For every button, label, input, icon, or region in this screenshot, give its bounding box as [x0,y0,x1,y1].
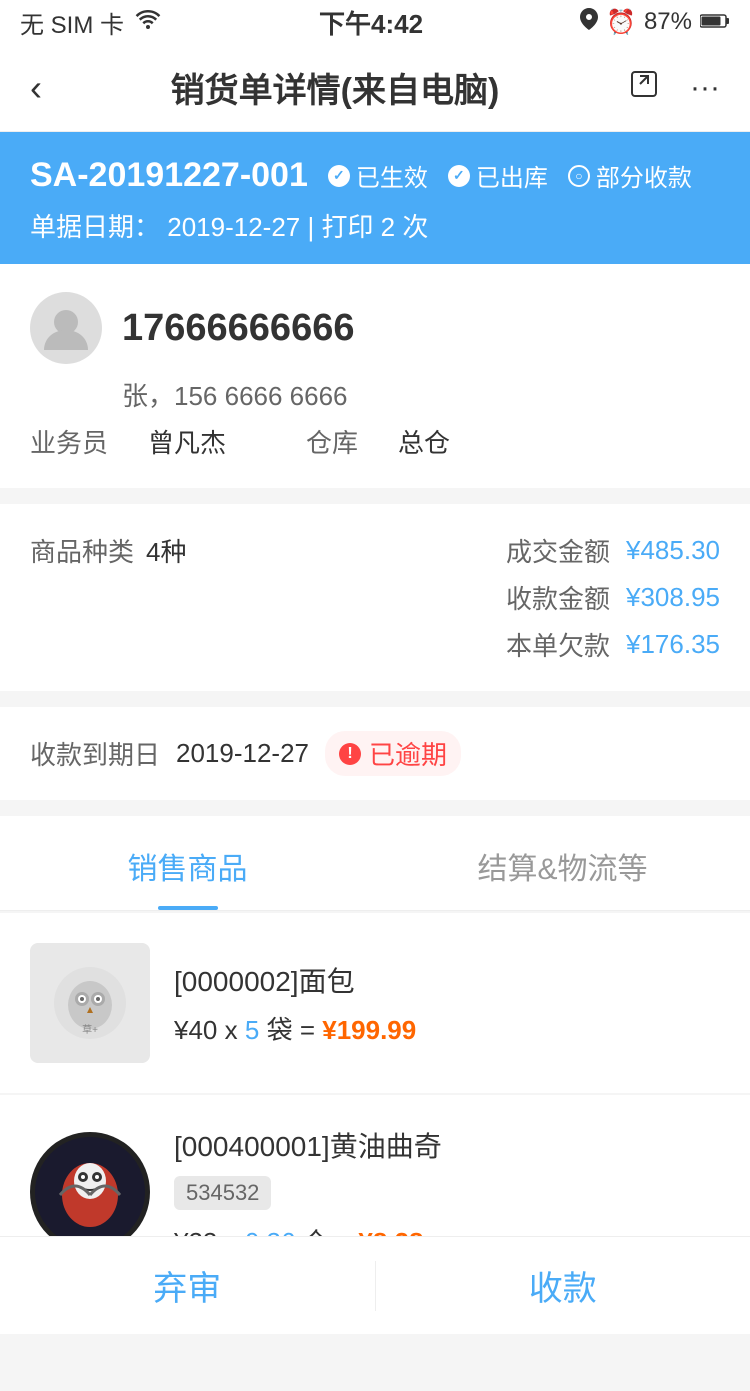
product-thumb-2 [30,1132,150,1252]
product-name-2: [000400001]黄油曲奇 [174,1125,720,1165]
product-type-label: 商品种类 [30,532,134,569]
bottom-bar: 弃审 收款 [0,1236,750,1334]
trade-amount-value: ¥485.30 [626,535,720,566]
status-partial-payment: ○ 部分收款 [568,158,692,193]
order-header-banner: SA-20191227-001 ✓ 已生效 ✓ 已出库 ○ 部分收款 单据日期：… [0,132,750,264]
more-button[interactable]: ··· [690,71,720,105]
warehouse-name: 总仓 [398,423,450,460]
staff-warehouse-row: 业务员 曾凡杰 仓库 总仓 [30,423,720,460]
svg-text:草+: 草+ [82,1024,98,1036]
battery-icon [700,8,730,36]
product-type-value: 4种 [146,532,186,569]
summary-section: 商品种类 4种 成交金额 ¥485.30 收款金额 ¥308.95 本单欠款 ¥… [0,504,750,691]
staff-name: 曾凡杰 [148,423,226,460]
wifi-icon [134,8,162,36]
cancel-audit-button[interactable]: 弃审 [0,1261,375,1310]
alarm-icon: ⏰ [606,8,636,37]
staff-label: 业务员 [30,423,108,460]
customer-avatar [30,292,102,364]
check-icon-1: ✓ [328,165,350,187]
battery-text: 87% [644,8,692,36]
status-effected: ✓ 已生效 [328,158,428,193]
product-type-item: 商品种类 4种 [30,532,186,569]
received-amount-label: 收款金额 [506,579,610,616]
due-amount-label: 本单欠款 [506,626,610,663]
location-icon [580,8,598,37]
banner-date-row: 单据日期： 2019-12-27 | 打印 2 次 [30,207,720,244]
received-amount-value: ¥308.95 [626,582,720,613]
customer-phone: 17666666666 [122,307,354,350]
share-button[interactable] [628,68,660,107]
customer-contact: 张，156 6666 6666 [122,376,720,413]
product-info-1: [0000002]面包 ¥40 x 5 袋 = ¥199.99 [174,960,720,1047]
customer-section: 17666666666 张，156 6666 6666 业务员 曾凡杰 仓库 总… [0,264,750,488]
product-price-1: ¥40 x 5 袋 = ¥199.99 [174,1010,720,1047]
product-thumb-1: 草+ [30,943,150,1063]
warehouse-label: 仓库 [306,423,358,460]
status-right: ⏰ 87% [580,8,730,37]
nav-bar: ‹ 销货单详情(来自电脑) ··· [0,44,750,132]
summary-grid: 商品种类 4种 成交金额 ¥485.30 收款金额 ¥308.95 本单欠款 ¥… [30,532,720,663]
sim-text: 无 SIM 卡 [20,5,124,40]
tab-settlement[interactable]: 结算&物流等 [375,816,750,910]
overdue-text: 已逾期 [369,735,447,772]
page-title: 销货单详情(来自电脑) [171,63,500,112]
nav-actions: ··· [628,68,720,107]
trade-amount-label: 成交金额 [506,532,610,569]
banner-status-row: SA-20191227-001 ✓ 已生效 ✓ 已出库 ○ 部分收款 [30,156,720,195]
product-tag-2: 534532 [174,1176,271,1210]
product-qty-1: 5 [245,1015,259,1045]
status-time: 下午4:42 [319,4,423,41]
status-left: 无 SIM 卡 [20,5,162,40]
customer-name-row: 17666666666 [30,292,720,364]
trade-amount-row: 成交金额 ¥485.30 [506,532,720,569]
collect-payment-button[interactable]: 收款 [376,1261,750,1310]
order-id: SA-20191227-001 [30,156,308,195]
tab-sales[interactable]: 销售商品 [0,816,375,910]
product-item-1: 草+ [0000002]面包 ¥40 x 5 袋 = ¥199.99 [0,913,750,1093]
due-date-value: 2019-12-27 [176,738,309,769]
received-amount-row: 收款金额 ¥308.95 [506,579,720,616]
tabs-section: 销售商品 结算&物流等 [0,816,750,911]
due-date-label: 收款到期日 [30,735,160,772]
status-shipped: ✓ 已出库 [448,158,548,193]
product-total-1: ¥199.99 [322,1015,416,1045]
clock-icon: ○ [568,165,590,187]
tabs-row: 销售商品 结算&物流等 [0,816,750,911]
overdue-dot-icon: ! [339,743,361,765]
due-amount-row: 本单欠款 ¥176.35 [506,626,720,663]
due-amount-value: ¥176.35 [626,629,720,660]
summary-right: 成交金额 ¥485.30 收款金额 ¥308.95 本单欠款 ¥176.35 [506,532,720,663]
status-bar: 无 SIM 卡 下午4:42 ⏰ 87% [0,0,750,44]
due-date-section: 收款到期日 2019-12-27 ! 已逾期 [0,707,750,800]
check-icon-2: ✓ [448,165,470,187]
back-button[interactable]: ‹ [30,67,42,109]
product-name-1: [0000002]面包 [174,960,720,1000]
overdue-badge: ! 已逾期 [325,731,461,776]
summary-left: 商品种类 4种 [30,532,186,569]
